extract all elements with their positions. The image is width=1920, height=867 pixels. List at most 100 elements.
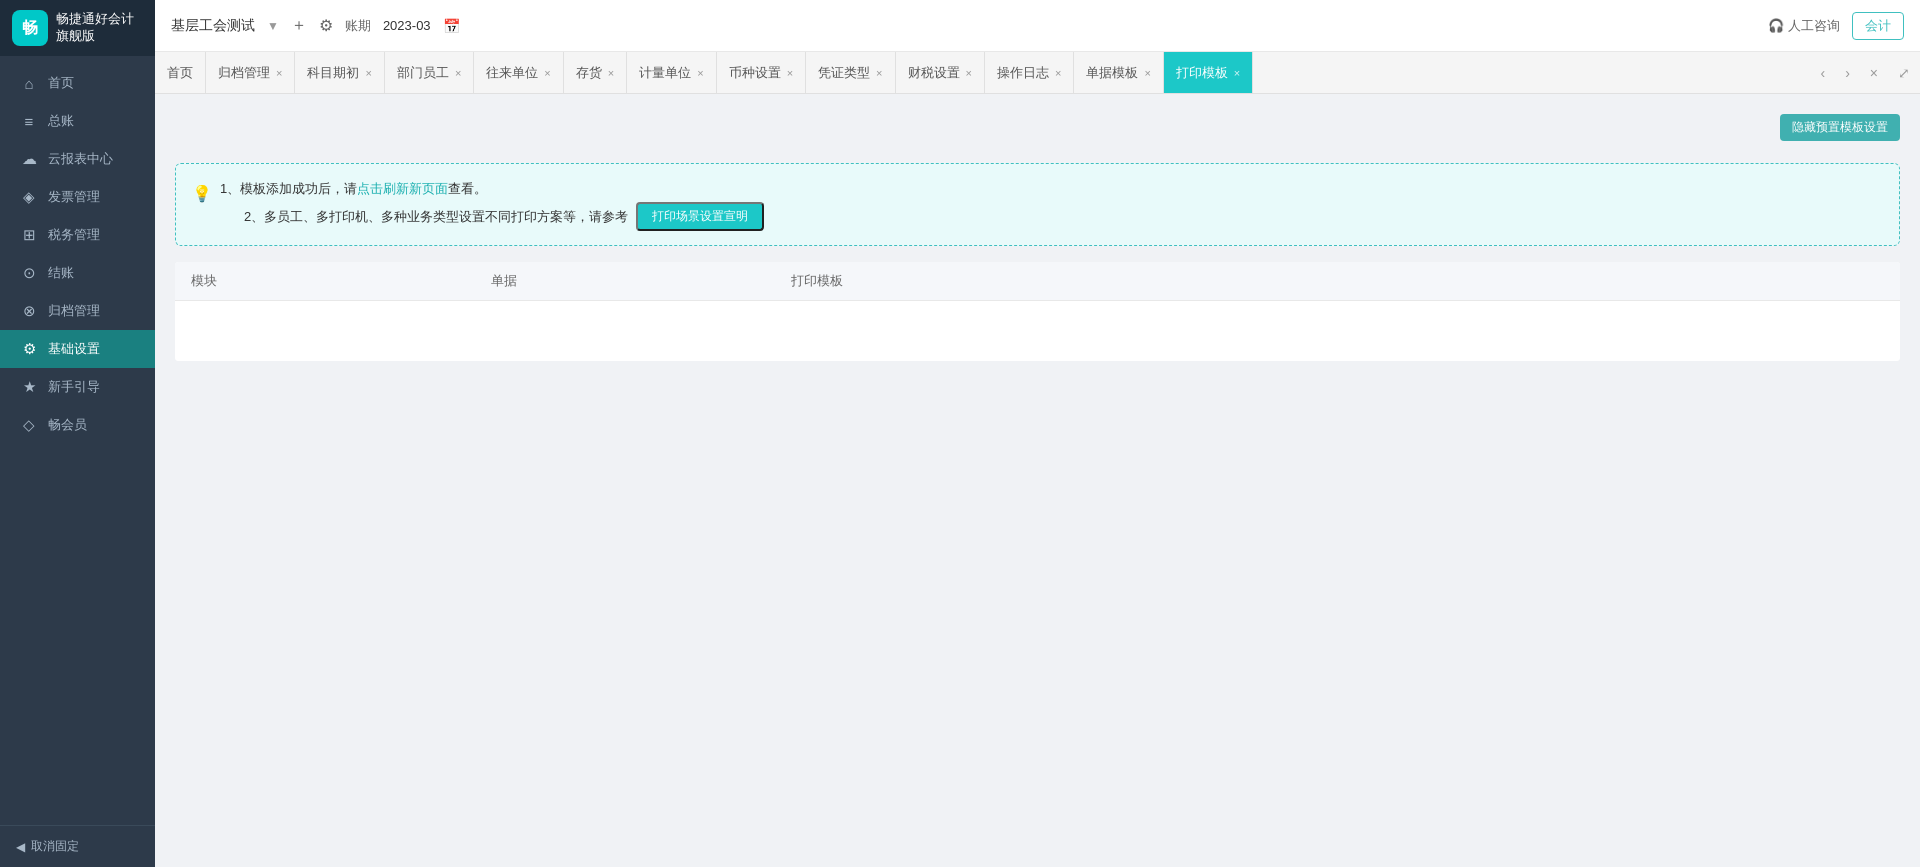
tab-label-currency: 币种设置 — [729, 64, 781, 82]
tab-close-partners[interactable]: × — [544, 67, 550, 79]
tab-actions: ‹ › × ⤢ — [1810, 52, 1920, 94]
tab-print-template[interactable]: 打印模板 × — [1164, 52, 1253, 94]
tab-label-unit: 计量单位 — [639, 64, 691, 82]
notice-line-1: 💡 1、模板添加成功后，请点击刷新新页面查看。 2、多员工、多打印机、多种业务类… — [192, 178, 1883, 231]
tab-label-print-template: 打印模板 — [1176, 64, 1228, 82]
main-area: 基层工会测试 ▼ ＋ ⚙ 账期 2023-03 📅 🎧 人工咨询 会计 首页 归… — [155, 0, 1920, 867]
tab-archive-mgmt[interactable]: 归档管理 × — [206, 52, 295, 94]
tab-unit[interactable]: 计量单位 × — [627, 52, 716, 94]
sidebar-label-guide: 新手引导 — [48, 378, 100, 396]
notice-text-line1: 1、模板添加成功后，请点击刷新新页面查看。 — [220, 178, 1883, 200]
tab-close-tax-settings[interactable]: × — [966, 67, 972, 79]
tab-home[interactable]: 首页 — [155, 52, 206, 94]
tab-close-inventory[interactable]: × — [608, 67, 614, 79]
tab-label-inventory: 存货 — [576, 64, 602, 82]
add-tab-button[interactable]: ＋ — [291, 15, 307, 36]
sidebar-label-member: 畅会员 — [48, 416, 87, 434]
tab-close-op-log[interactable]: × — [1055, 67, 1061, 79]
sidebar-label-invoice: 发票管理 — [48, 188, 100, 206]
tab-currency[interactable]: 币种设置 × — [717, 52, 806, 94]
sidebar-item-tax[interactable]: ⊞ 税务管理 — [0, 216, 155, 254]
sidebar-item-closing[interactable]: ⊙ 结账 — [0, 254, 155, 292]
tab-close-currency[interactable]: × — [787, 67, 793, 79]
table-header: 模块 单据 打印模板 — [175, 262, 1900, 301]
tab-close-dept-staff[interactable]: × — [455, 67, 461, 79]
tab-label-tax-settings: 财税设置 — [908, 64, 960, 82]
logo-subtitle: 旗舰版 — [56, 28, 134, 45]
member-icon: ◇ — [20, 416, 38, 434]
tab-close-print-template[interactable]: × — [1234, 67, 1240, 79]
help-button[interactable]: 🎧 人工咨询 — [1768, 17, 1840, 35]
sidebar-label-tax: 税务管理 — [48, 226, 100, 244]
company-name: 基层工会测试 — [171, 17, 255, 35]
tab-label-partners: 往来单位 — [486, 64, 538, 82]
notice-box: 💡 1、模板添加成功后，请点击刷新新页面查看。 2、多员工、多打印机、多种业务类… — [175, 163, 1900, 246]
sidebar-item-settings[interactable]: ⚙ 基础设置 — [0, 330, 155, 368]
home-icon: ⌂ — [20, 75, 38, 92]
notice-text-block: 1、模板添加成功后，请点击刷新新页面查看。 2、多员工、多打印机、多种业务类型设… — [220, 178, 1883, 231]
tab-inventory[interactable]: 存货 × — [564, 52, 627, 94]
sidebar-item-member[interactable]: ◇ 畅会员 — [0, 406, 155, 444]
company-dropdown-icon[interactable]: ▼ — [267, 19, 279, 33]
tab-dept-staff[interactable]: 部门员工 × — [385, 52, 474, 94]
tab-label-single-template: 单据模板 — [1086, 64, 1138, 82]
tab-label-dept-staff: 部门员工 — [397, 64, 449, 82]
sidebar-item-invoice[interactable]: ◈ 发票管理 — [0, 178, 155, 216]
invoice-icon: ◈ — [20, 188, 38, 206]
sidebar-label-reports: 云报表中心 — [48, 150, 113, 168]
closing-icon: ⊙ — [20, 264, 38, 282]
tab-fullscreen-button[interactable]: ⤢ — [1888, 52, 1920, 94]
hide-preview-button[interactable]: 隐藏预置模板设置 — [1780, 114, 1900, 141]
tab-label-subject-init: 科目期初 — [307, 64, 359, 82]
print-explain-button[interactable]: 打印场景设置宣明 — [636, 202, 764, 231]
tab-tax-settings[interactable]: 财税设置 × — [896, 52, 985, 94]
content-area: 隐藏预置模板设置 💡 1、模板添加成功后，请点击刷新新页面查看。 2、多员工、多… — [155, 94, 1920, 867]
sidebar-logo: 畅 畅捷通好会计 旗舰版 — [0, 0, 155, 56]
col-header-voucher: 单据 — [475, 272, 775, 290]
tab-close-subject-init[interactable]: × — [365, 67, 371, 79]
sidebar-item-ledger[interactable]: ≡ 总账 — [0, 102, 155, 140]
tab-scroll-left-button[interactable]: ‹ — [1810, 52, 1835, 94]
account-button[interactable]: 会计 — [1852, 12, 1904, 40]
tab-close-archive-mgmt[interactable]: × — [276, 67, 282, 79]
period-value: 2023-03 — [383, 18, 431, 33]
settings-cog-button[interactable]: ⚙ — [319, 16, 333, 35]
col-header-module: 模块 — [175, 272, 475, 290]
topbar-right: 🎧 人工咨询 会计 — [1768, 12, 1904, 40]
logo-icon: 畅 — [12, 10, 48, 46]
sidebar-item-archive[interactable]: ⊗ 归档管理 — [0, 292, 155, 330]
tab-partners[interactable]: 往来单位 × — [474, 52, 563, 94]
sidebar-label-archive: 归档管理 — [48, 302, 100, 320]
cloud-icon: ☁ — [20, 150, 38, 168]
sidebar-item-reports[interactable]: ☁ 云报表中心 — [0, 140, 155, 178]
tab-close-single-template[interactable]: × — [1144, 67, 1150, 79]
headset-icon: 🎧 — [1768, 18, 1784, 33]
sidebar-item-guide[interactable]: ★ 新手引导 — [0, 368, 155, 406]
notice-icon: 💡 — [192, 180, 212, 207]
tabbar: 首页 归档管理 × 科目期初 × 部门员工 × 往来单位 × 存货 × 计量单位… — [155, 52, 1920, 94]
sidebar-unpin-button[interactable]: ◀ 取消固定 — [0, 825, 155, 867]
sidebar-label-closing: 结账 — [48, 264, 74, 282]
notice-line2: 2、多员工、多打印机、多种业务类型设置不同打印方案等，请参考 打印场景设置宣明 — [220, 202, 1883, 231]
guide-icon: ★ — [20, 378, 38, 396]
notice-line2-prefix: 2、多员工、多打印机、多种业务类型设置不同打印方案等，请参考 — [244, 206, 628, 228]
tab-close-all-button[interactable]: × — [1860, 52, 1888, 94]
tab-label-op-log: 操作日志 — [997, 64, 1049, 82]
tab-scroll-right-button[interactable]: › — [1835, 52, 1860, 94]
tax-icon: ⊞ — [20, 226, 38, 244]
tab-op-log[interactable]: 操作日志 × — [985, 52, 1074, 94]
tab-label-voucher-type: 凭证类型 — [818, 64, 870, 82]
tab-single-template[interactable]: 单据模板 × — [1074, 52, 1163, 94]
calendar-icon[interactable]: 📅 — [443, 18, 460, 34]
unpin-icon: ◀ — [16, 840, 25, 854]
tab-close-voucher-type[interactable]: × — [876, 67, 882, 79]
tab-voucher-type[interactable]: 凭证类型 × — [806, 52, 895, 94]
sidebar: 畅 畅捷通好会计 旗舰版 ⌂ 首页 ≡ 总账 ☁ 云报表中心 ◈ 发票管理 ⊞ … — [0, 0, 155, 867]
tab-close-unit[interactable]: × — [697, 67, 703, 79]
notice-refresh-link[interactable]: 点击刷新新页面 — [357, 181, 448, 196]
sidebar-label-home: 首页 — [48, 74, 74, 92]
archive-icon: ⊗ — [20, 302, 38, 320]
sidebar-item-home[interactable]: ⌂ 首页 — [0, 64, 155, 102]
tab-label-archive-mgmt: 归档管理 — [218, 64, 270, 82]
tab-subject-init[interactable]: 科目期初 × — [295, 52, 384, 94]
